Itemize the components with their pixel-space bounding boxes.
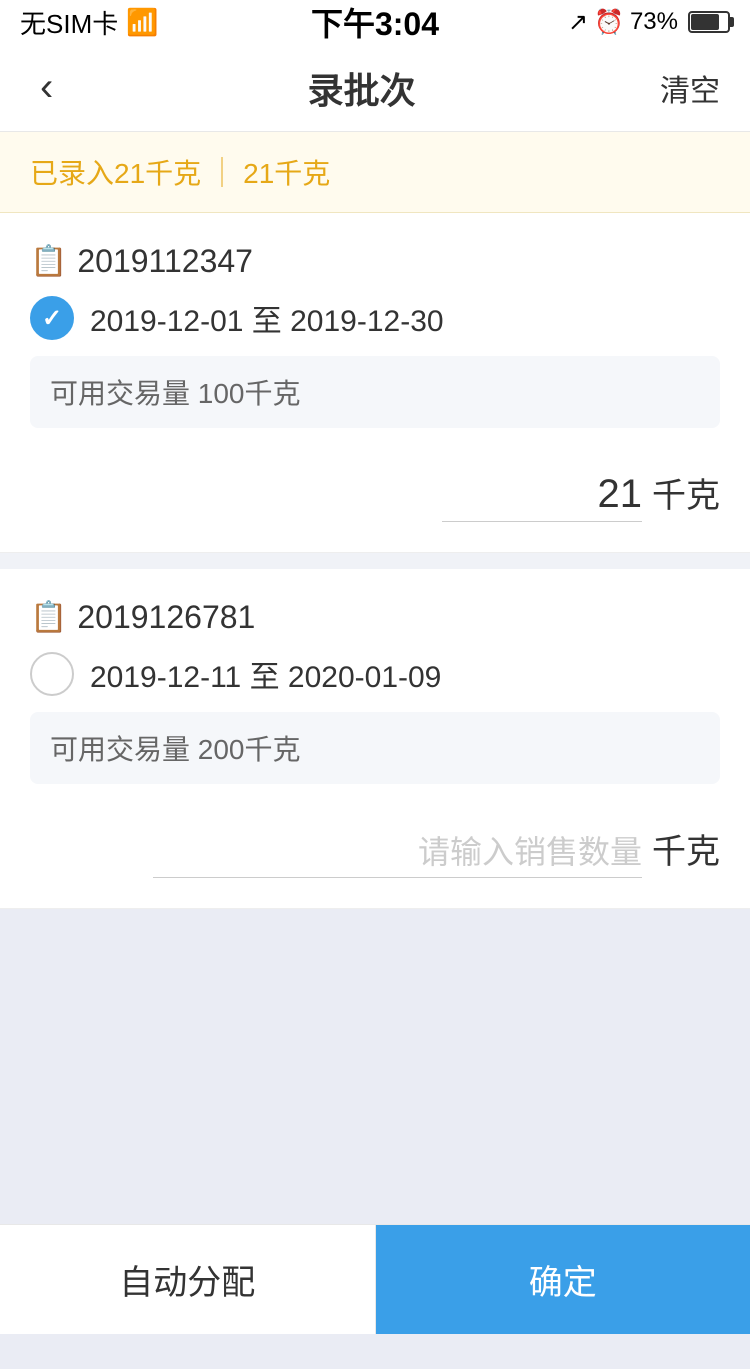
nav-bar: ‹ 录批次 清空 [0, 44, 750, 132]
back-button[interactable]: ‹ [30, 55, 63, 120]
clear-button[interactable]: 清空 [660, 66, 720, 110]
batch-item-2: 📋 2019126781 2019-12-11 至 2020-01-09 可用交… [0, 569, 750, 784]
batch-2-qty-input[interactable] [153, 830, 642, 873]
batch-1-date-row: 2019-12-01 至 2019-12-30 [30, 296, 720, 340]
page-title: 录批次 [308, 62, 416, 114]
batch-1-radio[interactable] [30, 296, 74, 340]
battery-percent: 73% [630, 8, 678, 36]
batch-item-1: 📋 2019112347 2019-12-01 至 2019-12-30 可用交… [0, 213, 750, 428]
batch-2-qty-wrap: 千克 [30, 824, 720, 878]
total-info: 21千克 [243, 152, 330, 192]
info-banner: 已录入21千克 21千克 [0, 132, 750, 213]
status-bar: 无SIM卡 📶 下午3:04 ↗ ⏰ 73% [0, 0, 750, 44]
batch-1-qty-row: 21 千克 [0, 448, 750, 553]
batch-2-date-row: 2019-12-11 至 2020-01-09 [30, 652, 720, 696]
batch-1-icon: 📋 [30, 244, 67, 279]
batch-2-available: 可用交易量 200千克 [30, 712, 720, 784]
battery-icon [688, 11, 730, 33]
batch-1-unit: 千克 [652, 468, 720, 517]
confirm-button[interactable]: 确定 [376, 1225, 750, 1334]
batch-2-date: 2019-12-11 至 2020-01-09 [90, 652, 441, 696]
carrier-text: 无SIM卡 [20, 4, 118, 41]
batch-2-unit: 千克 [652, 824, 720, 873]
wifi-icon: 📶 [126, 7, 158, 38]
batch-list: 📋 2019112347 2019-12-01 至 2019-12-30 可用交… [0, 213, 750, 909]
batch-1-available: 可用交易量 100千克 [30, 356, 720, 428]
batch-1-qty-value: 21 [598, 472, 643, 516]
batch-1-date: 2019-12-01 至 2019-12-30 [90, 296, 444, 340]
recorded-info: 已录入21千克 [30, 152, 201, 192]
info-divider [221, 157, 223, 187]
batch-2-qty-row: 千克 [0, 804, 750, 909]
batch-2-icon: 📋 [30, 600, 67, 635]
status-carrier: 无SIM卡 📶 [20, 4, 159, 41]
batch-2-header: 📋 2019126781 [30, 599, 720, 636]
location-icon: ↗ [568, 8, 588, 37]
section-divider [0, 553, 750, 569]
batch-2-radio[interactable] [30, 652, 74, 696]
batch-1-qty-wrap: 21 千克 [30, 468, 720, 522]
status-right: ↗ ⏰ 73% [568, 8, 730, 37]
status-time: 下午3:04 [311, 0, 439, 45]
batch-2-id: 2019126781 [77, 599, 255, 636]
batch-1-id: 2019112347 [77, 243, 253, 280]
auto-distribute-button[interactable]: 自动分配 [0, 1225, 376, 1334]
batch-1-header: 📋 2019112347 [30, 243, 720, 280]
bottom-bar: 自动分配 确定 [0, 1224, 750, 1334]
alarm-icon: ⏰ [594, 8, 624, 37]
